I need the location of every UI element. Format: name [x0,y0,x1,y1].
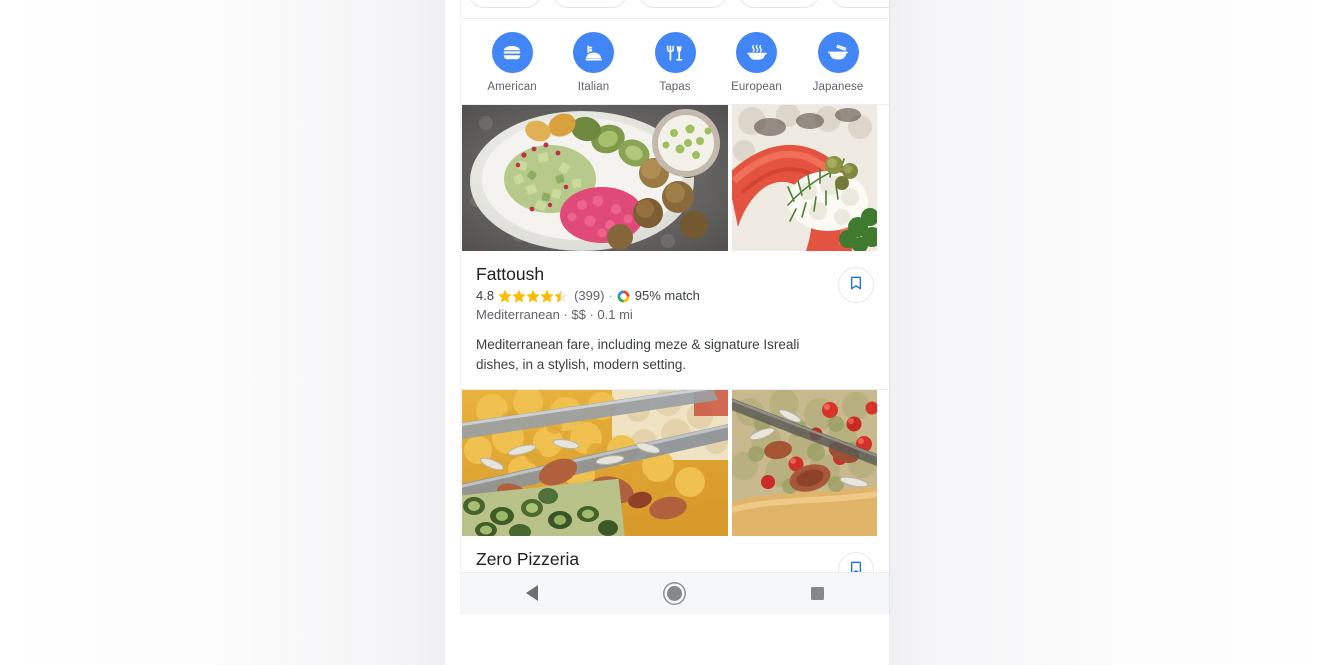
restaurant-photo[interactable] [732,105,877,251]
android-navigation-bar [461,572,889,613]
restaurant-rating-line: 4.8 (399) · 95% match [476,287,830,305]
ramen-bowl-icon [817,32,859,73]
filter-chip[interactable] [469,0,541,8]
page-background-right [889,0,1334,665]
cuisine-item-tapas[interactable]: Tapas [638,32,712,94]
restaurant-photo[interactable] [462,105,728,251]
phone-screen: American Italian Tapas European Japanese… [461,0,889,613]
back-button[interactable] [502,573,562,613]
restaurant-photo-row [461,105,889,251]
cuisine-category-row: American Italian Tapas European Japanese [461,19,889,105]
rating-value: 4.8 [476,288,495,303]
filter-chip[interactable] [831,0,889,8]
cuisine-item-japanese[interactable]: Japanese [801,32,875,94]
restaurant-name: Zero Pizzeria [476,549,580,569]
cuisine-item-label: European [731,81,782,93]
cuisine-item-label: Tapas [659,81,691,93]
soup-bowl-icon [736,32,777,73]
match-percentage: 95% match [634,288,700,303]
meta-separator: · [608,288,613,303]
star-rating [498,289,570,303]
back-triangle-icon [526,585,539,601]
restaurant-photo[interactable] [462,390,728,536]
restaurant-card[interactable]: Fattoush 4.8 (399) · 95% match Mediterra… [461,105,889,390]
bookmark-icon [848,275,864,296]
burger-icon [491,32,533,73]
review-count: (399) [574,288,605,303]
restaurant-subtitle: Mediterranean · $$ · 0.1 mi [476,307,633,322]
filter-chip[interactable] [553,0,627,8]
page-background-left [0,0,445,665]
restaurant-card-body: Fattoush 4.8 (399) · 95% match Mediterra… [461,251,889,389]
restaurant-photo-row [461,390,889,536]
restaurant-card[interactable]: Zero Pizzeria [461,390,889,588]
filter-chip[interactable] [639,0,727,8]
restaurant-photo[interactable] [732,390,877,536]
cuisine-item-label: Japanese [812,81,864,93]
cuisine-item-italian[interactable]: Italian [557,32,631,94]
fork-knife-wine-glass-icon [654,32,696,73]
cuisine-item-label: American [487,81,537,93]
restaurant-name: Fattoush [476,264,545,284]
recent-apps-button[interactable] [788,573,848,613]
filter-chip-row [461,0,889,19]
cuisine-item-european[interactable]: European [720,32,794,94]
screenshot-canvas: American Italian Tapas European Japanese… [0,0,1334,665]
recents-square-icon [811,586,825,600]
home-circle-icon [667,585,683,601]
save-button[interactable] [838,267,874,303]
filter-chip[interactable] [739,0,819,8]
home-button[interactable] [645,573,705,613]
pasta-icon [573,32,614,73]
restaurant-description: Mediterranean fare, including meze & sig… [476,337,800,372]
google-match-ring-icon [617,290,630,303]
cuisine-item-label: Italian [577,81,610,93]
cuisine-item-american[interactable]: American [475,32,549,94]
